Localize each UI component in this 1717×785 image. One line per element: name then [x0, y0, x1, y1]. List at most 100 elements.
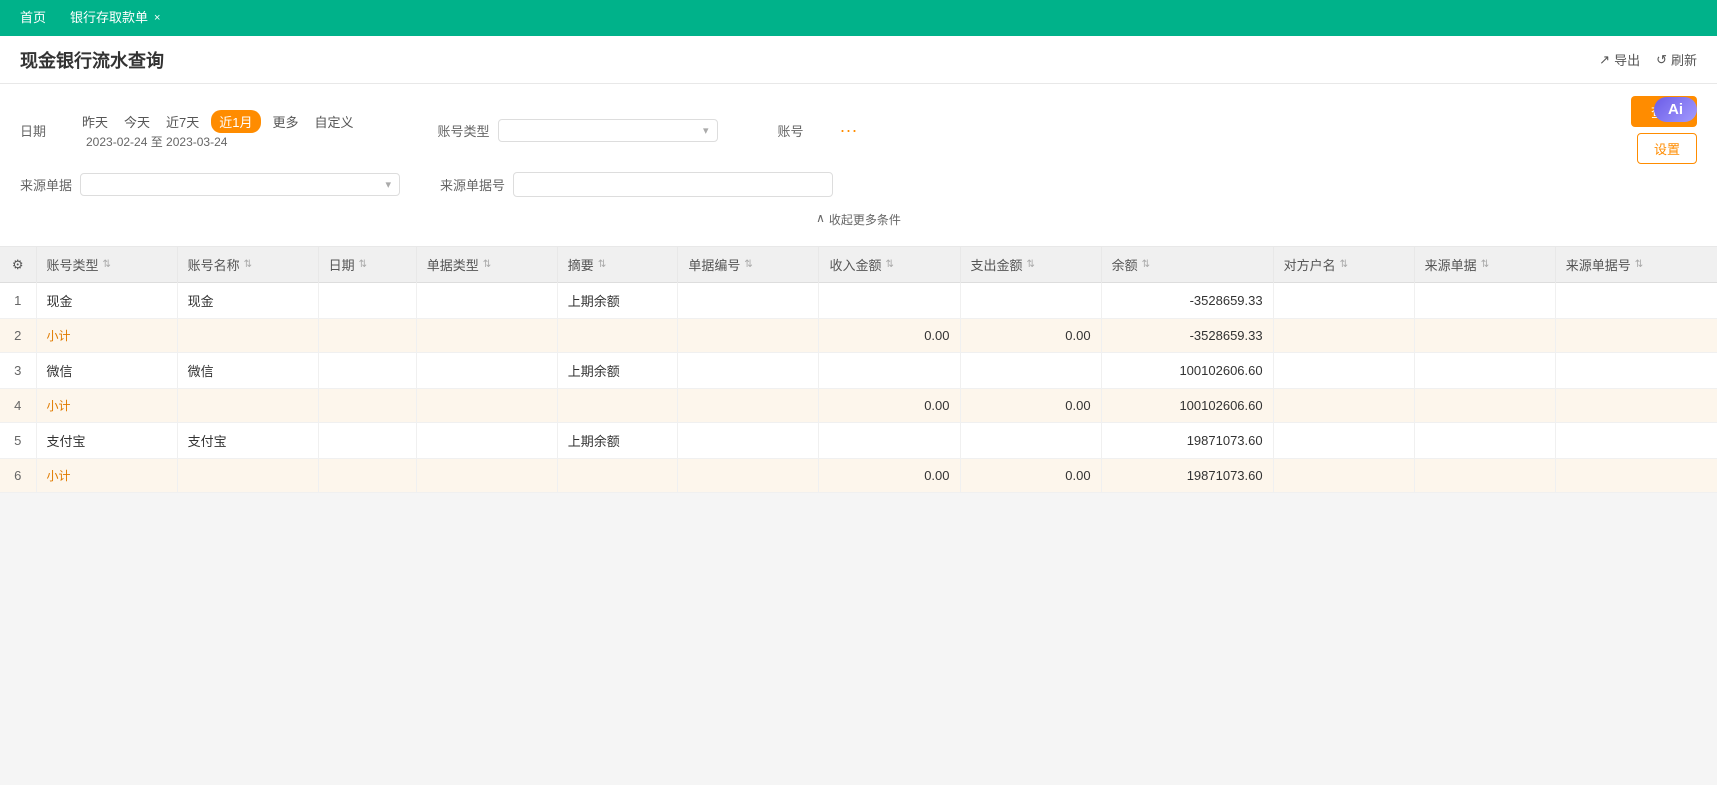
sort-income-icon[interactable]: ⇅: [885, 259, 893, 270]
cell-expense: [960, 283, 1101, 319]
sort-counterparty-icon[interactable]: ⇅: [1340, 259, 1348, 270]
cell-date: [318, 319, 416, 353]
cell-doc-no: [678, 319, 819, 353]
source-doc-no-label: 来源单据号: [440, 175, 505, 194]
cell-expense: 0.00: [960, 459, 1101, 493]
sort-account-type-icon[interactable]: ⇅: [103, 259, 111, 270]
sort-date-icon[interactable]: ⇅: [359, 259, 367, 270]
collapse-bar[interactable]: ∧ 收起更多条件: [20, 205, 1697, 234]
cell-date: [318, 283, 416, 319]
settings-button[interactable]: 设置: [1637, 133, 1697, 164]
export-button[interactable]: ↗ 导出: [1599, 50, 1640, 69]
cell-balance: -3528659.33: [1101, 319, 1273, 353]
cell-num: 6: [0, 459, 36, 493]
cell-counterparty: [1273, 459, 1414, 493]
cell-doc-type: [416, 283, 557, 319]
sort-source-doc-no-icon[interactable]: ⇅: [1635, 259, 1643, 270]
cell-account-name: [177, 319, 318, 353]
sort-balance-icon[interactable]: ⇅: [1142, 259, 1150, 270]
sort-account-name-icon[interactable]: ⇅: [244, 259, 252, 270]
date-filter-section: 日期 昨天 今天 近7天 近1月 更多 自定义 2023-02-24 至 202…: [20, 110, 358, 150]
table-container: ⚙ 账号类型⇅ 账号名称⇅ 日期⇅ 单据类型⇅ 摘要⇅ 单据编号: [0, 247, 1717, 493]
tab-close-icon[interactable]: ×: [154, 0, 160, 36]
source-doc-no-input[interactable]: [513, 172, 833, 197]
cell-source-doc-no: [1555, 423, 1717, 459]
refresh-button[interactable]: ↺ 刷新: [1656, 50, 1697, 69]
th-gear: ⚙: [0, 247, 36, 283]
account-dots[interactable]: ···: [836, 120, 862, 141]
date-opt-today[interactable]: 今天: [120, 110, 154, 133]
table-row: 5 支付宝 支付宝 上期余额 19871073.60: [0, 423, 1717, 459]
cell-counterparty: [1273, 319, 1414, 353]
cell-source-doc-no: [1555, 459, 1717, 493]
date-opt-more[interactable]: 更多: [269, 110, 303, 133]
date-opt-custom[interactable]: 自定义: [311, 110, 358, 133]
cell-account-type: 小计: [36, 459, 177, 493]
th-account-type: 账号类型⇅: [36, 247, 177, 283]
export-label: 导出: [1614, 50, 1640, 69]
source-doc-select[interactable]: ▾: [80, 173, 400, 196]
th-source-doc: 来源单据⇅: [1414, 247, 1555, 283]
account-section: 账号 ···: [778, 120, 862, 141]
cell-balance: 100102606.60: [1101, 353, 1273, 389]
filter-area: 日期 昨天 今天 近7天 近1月 更多 自定义 2023-02-24 至 202…: [0, 84, 1717, 247]
table-row: 1 现金 现金 上期余额 -3528659.33: [0, 283, 1717, 319]
table-row: 6 小计 0.00 0.00 19871073.60: [0, 459, 1717, 493]
cell-counterparty: [1273, 423, 1414, 459]
date-range: 2023-02-24 至 2023-03-24: [86, 133, 358, 150]
th-expense: 支出金额⇅: [960, 247, 1101, 283]
date-options-col: 昨天 今天 近7天 近1月 更多 自定义 2023-02-24 至 2023-0…: [78, 110, 358, 150]
cell-summary: 上期余额: [557, 283, 678, 319]
cell-source-doc: [1414, 389, 1555, 423]
source-doc-label: 来源单据: [20, 175, 72, 194]
cell-account-name: [177, 459, 318, 493]
cell-account-type: 小计: [36, 319, 177, 353]
table-row: 2 小计 0.00 0.00 -3528659.33: [0, 319, 1717, 353]
cell-source-doc: [1414, 283, 1555, 319]
cell-balance: -3528659.33: [1101, 283, 1273, 319]
nav-tab-银行存取款单[interactable]: 银行存取款单×: [58, 0, 198, 36]
account-type-select[interactable]: ▾: [498, 119, 718, 142]
cell-source-doc-no: [1555, 353, 1717, 389]
cell-date: [318, 423, 416, 459]
sort-summary-icon[interactable]: ⇅: [598, 259, 606, 270]
source-doc-no-section: 来源单据号: [440, 172, 833, 197]
collapse-label: 收起更多条件: [829, 211, 901, 228]
gear-icon[interactable]: ⚙: [12, 257, 24, 272]
th-counterparty: 对方户名⇅: [1273, 247, 1414, 283]
cell-account-type: 小计: [36, 389, 177, 423]
th-doc-no: 单据编号⇅: [678, 247, 819, 283]
nav-home-label: 首页: [20, 0, 46, 36]
sort-expense-icon[interactable]: ⇅: [1027, 259, 1035, 270]
sort-doc-no-icon[interactable]: ⇅: [744, 259, 752, 270]
data-table: ⚙ 账号类型⇅ 账号名称⇅ 日期⇅ 单据类型⇅ 摘要⇅ 单据编号: [0, 247, 1717, 493]
collapse-icon: ∧: [816, 211, 825, 228]
page-title: 现金银行流水查询: [20, 47, 164, 73]
ai-badge[interactable]: Ai: [1654, 97, 1697, 122]
refresh-label: 刷新: [1671, 50, 1697, 69]
filter-row-2: 来源单据 ▾ 来源单据号: [20, 172, 1697, 197]
cell-num: 1: [0, 283, 36, 319]
date-opt-7days[interactable]: 近7天: [162, 110, 203, 133]
cell-balance: 100102606.60: [1101, 389, 1273, 423]
cell-doc-type: [416, 459, 557, 493]
page-header: 现金银行流水查询 ↗ 导出 ↺ 刷新: [0, 36, 1717, 84]
account-type-label: 账号类型: [438, 121, 490, 140]
cell-counterparty: [1273, 353, 1414, 389]
cell-date: [318, 353, 416, 389]
cell-account-type: 支付宝: [36, 423, 177, 459]
cell-date: [318, 459, 416, 493]
cell-income: 0.00: [819, 319, 960, 353]
cell-doc-no: [678, 353, 819, 389]
sort-source-doc-icon[interactable]: ⇅: [1481, 259, 1489, 270]
source-doc-arrow-icon: ▾: [385, 178, 391, 191]
date-opt-1month[interactable]: 近1月: [211, 110, 260, 133]
cell-summary: [557, 319, 678, 353]
th-summary: 摘要⇅: [557, 247, 678, 283]
cell-summary: 上期余额: [557, 353, 678, 389]
cell-counterparty: [1273, 283, 1414, 319]
sort-doc-type-icon[interactable]: ⇅: [483, 259, 491, 270]
nav-home[interactable]: 首页: [8, 0, 58, 36]
account-type-section: 账号类型 ▾: [438, 119, 718, 142]
date-opt-yesterday[interactable]: 昨天: [78, 110, 112, 133]
